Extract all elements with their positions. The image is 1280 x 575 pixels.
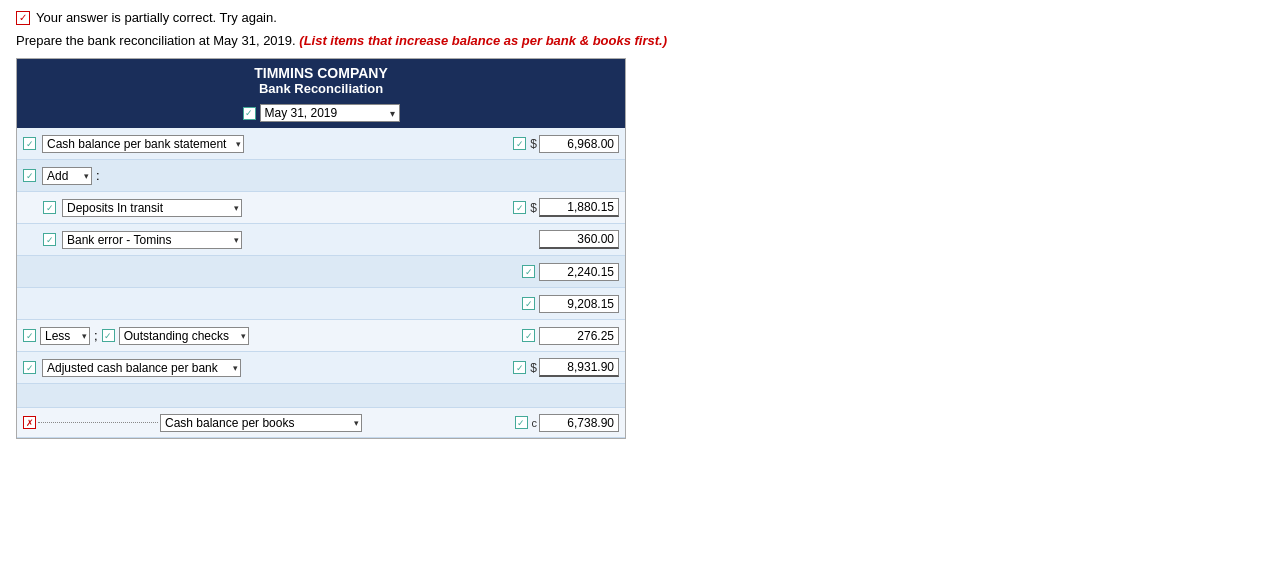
dollar-sign-1: $ — [530, 137, 537, 151]
recon-body: ✓ Cash balance per bank statement ▾ ✓ $ … — [17, 128, 625, 438]
bank-error-amount-input[interactable] — [539, 230, 619, 249]
bank-error-label-select[interactable]: Bank error - Tomins Deposits In transit … — [62, 231, 242, 249]
add-label-select[interactable]: Add Less — [42, 167, 92, 185]
deposits-label-wrap: Deposits In transit Bank error - Tomins … — [62, 199, 242, 217]
adjusted-bank-amount-check-icon: ✓ — [513, 361, 526, 374]
cash-books-label-wrap: Cash balance per books Cash balance per … — [160, 414, 362, 432]
less-row: ✓ Less Add ▾ ; ✓ Outstanding checks Depo… — [17, 320, 625, 352]
adjusted-bank-amount-input[interactable] — [539, 358, 619, 377]
less-label-wrap: Less Add ▾ — [40, 327, 90, 345]
dollar-sign-4: c — [532, 417, 538, 429]
recon-header: TIMMINS COMPANY Bank Reconciliation — [17, 59, 625, 100]
deposits-amount-check-icon: ✓ — [513, 201, 526, 214]
total-add-input[interactable] — [539, 295, 619, 313]
deposits-row: ✓ Deposits In transit Bank error - Tomin… — [17, 192, 625, 224]
cash-books-label-select[interactable]: Cash balance per books Cash balance per … — [160, 414, 362, 432]
cash-bank-amount-wrap: $ — [530, 135, 619, 153]
outstanding-label-select[interactable]: Outstanding checks Deposits In transit B… — [119, 327, 249, 345]
add-label-wrap: Add Less ▾ — [42, 167, 92, 185]
deposits-amount-wrap: $ — [530, 198, 619, 217]
total-add-row: ✓ — [17, 288, 625, 320]
cash-books-amount-input[interactable] — [539, 414, 619, 432]
less-colon: ; — [94, 328, 98, 343]
cash-bank-amount-input[interactable] — [539, 135, 619, 153]
subtotal-check-icon: ✓ — [522, 265, 535, 278]
instruction-prefix: Prepare the bank reconciliation at May 3… — [16, 33, 296, 48]
notice-text: Your answer is partially correct. Try ag… — [36, 10, 277, 25]
outstanding-amount-input[interactable] — [539, 327, 619, 345]
adjusted-bank-check-icon: ✓ — [23, 361, 36, 374]
cash-books-amount-check-icon: ✓ — [515, 416, 528, 429]
adjusted-bank-label-select[interactable]: Adjusted cash balance per bank Adjusted … — [42, 359, 241, 377]
bank-error-row: ✓ Bank error - Tomins Deposits In transi… — [17, 224, 625, 256]
bank-error-amount-wrap — [539, 230, 619, 249]
empty-row-1 — [17, 384, 625, 408]
cash-bank-amount-check-icon: ✓ — [513, 137, 526, 150]
deposits-check-icon: ✓ — [43, 201, 56, 214]
cash-books-check-icon: ✗ — [23, 416, 36, 429]
subtotal-row: ✓ — [17, 256, 625, 288]
outstanding-label-wrap: Outstanding checks Deposits In transit B… — [119, 327, 249, 345]
reconciliation-box: TIMMINS COMPANY Bank Reconciliation ✓ Ma… — [16, 58, 626, 439]
outstanding-amount-check-icon: ✓ — [522, 329, 535, 342]
bank-error-label-wrap: Bank error - Tomins Deposits In transit … — [62, 231, 242, 249]
adjusted-bank-amount-wrap: $ — [530, 358, 619, 377]
bank-error-check-icon: ✓ — [43, 233, 56, 246]
adjusted-bank-row: ✓ Adjusted cash balance per bank Adjuste… — [17, 352, 625, 384]
add-check-icon: ✓ — [23, 169, 36, 182]
partial-correct-icon: ✓ — [16, 11, 30, 25]
notice-bar: ✓ Your answer is partially correct. Try … — [16, 10, 1264, 25]
date-select-wrap: ✓ May 31, 2019 ▾ — [243, 104, 400, 122]
less-check-icon: ✓ — [23, 329, 36, 342]
subtotal-input[interactable] — [539, 263, 619, 281]
adjusted-bank-label-wrap: Adjusted cash balance per bank Adjusted … — [42, 359, 241, 377]
add-colon: : — [96, 168, 100, 183]
cash-books-amount-wrap: c — [532, 414, 620, 432]
cash-books-row: ✗ Cash balance per books Cash balance pe… — [17, 408, 625, 438]
date-row: ✓ May 31, 2019 ▾ — [17, 100, 625, 128]
less-label-select[interactable]: Less Add — [40, 327, 90, 345]
company-name: TIMMINS COMPANY — [17, 65, 625, 81]
dollar-sign-2: $ — [530, 201, 537, 215]
dollar-sign-3: $ — [530, 361, 537, 375]
cash-bank-check-icon: ✓ — [23, 137, 36, 150]
cash-bank-label-wrap: Cash balance per bank statement ▾ — [42, 135, 244, 153]
add-row: ✓ Add Less ▾ : — [17, 160, 625, 192]
deposits-amount-input[interactable] — [539, 198, 619, 217]
deposits-label-select[interactable]: Deposits In transit Bank error - Tomins … — [62, 199, 242, 217]
cash-balance-bank-row: ✓ Cash balance per bank statement ▾ ✓ $ — [17, 128, 625, 160]
date-select[interactable]: May 31, 2019 — [260, 104, 400, 122]
instruction-highlight: (List items that increase balance as per… — [299, 33, 667, 48]
date-check-icon: ✓ — [243, 107, 256, 120]
recon-title: Bank Reconciliation — [17, 81, 625, 96]
outstanding-check-icon: ✓ — [102, 329, 115, 342]
cash-bank-label-select[interactable]: Cash balance per bank statement — [42, 135, 244, 153]
total-add-check-icon: ✓ — [522, 297, 535, 310]
instruction-text: Prepare the bank reconciliation at May 3… — [16, 33, 1264, 48]
